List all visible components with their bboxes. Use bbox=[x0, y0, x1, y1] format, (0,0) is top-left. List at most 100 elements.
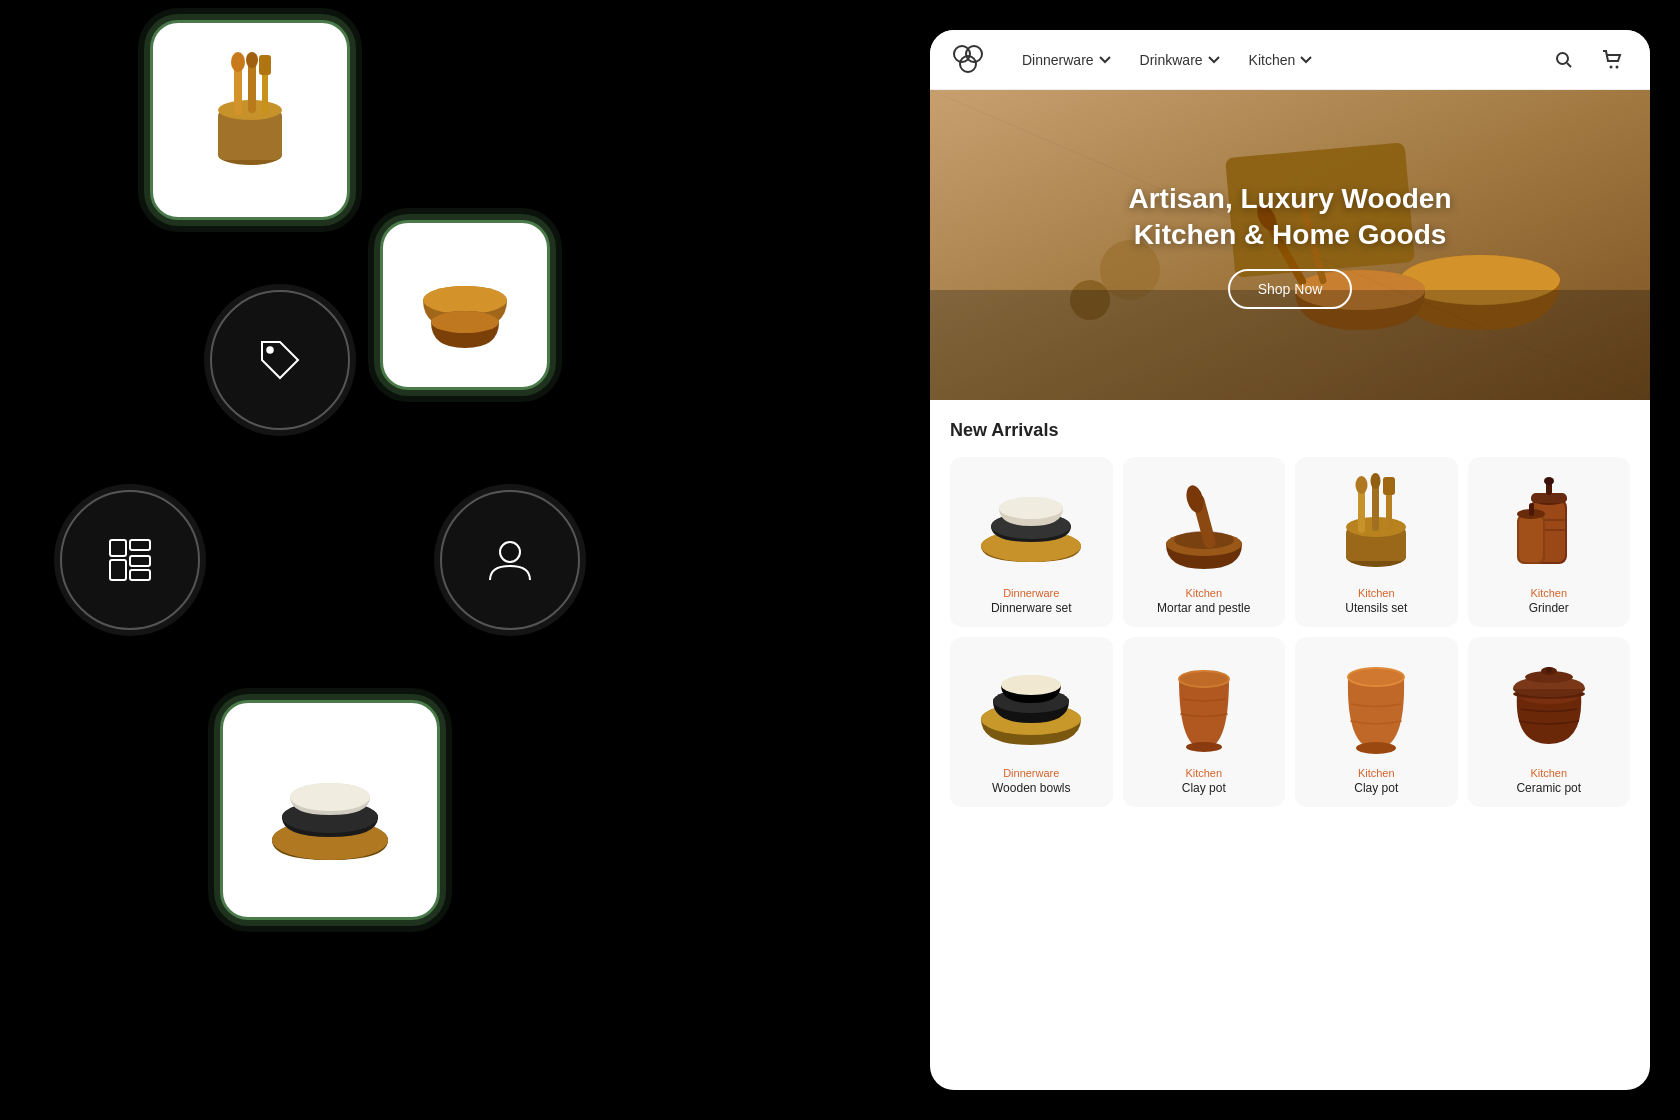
product-category-clay-pot-1: Kitchen bbox=[1185, 767, 1222, 779]
product-card-wooden-bowls[interactable]: Dinnerware Wooden bowls bbox=[950, 637, 1113, 807]
left-panel bbox=[0, 0, 570, 1120]
svg-point-31 bbox=[1616, 65, 1619, 68]
hero-banner: Artisan, Luxury Wooden Kitchen & Home Go… bbox=[930, 90, 1650, 400]
svg-point-25 bbox=[290, 783, 370, 811]
svg-rect-18 bbox=[130, 570, 150, 580]
product-category-grinder: Kitchen bbox=[1530, 587, 1567, 599]
svg-point-13 bbox=[267, 347, 273, 353]
product-card-mortar-pestle[interactable]: Kitchen Mortar and pestle bbox=[1123, 457, 1286, 627]
product-name-clay-pot-1: Clay pot bbox=[1182, 781, 1226, 795]
logo[interactable] bbox=[950, 42, 986, 78]
brand-logo-icon bbox=[950, 42, 986, 78]
dashboard-icon bbox=[100, 530, 160, 590]
svg-rect-74 bbox=[1519, 516, 1543, 562]
svg-point-70 bbox=[1544, 477, 1554, 485]
svg-point-12 bbox=[431, 311, 499, 333]
hero-content: Artisan, Luxury Wooden Kitchen & Home Go… bbox=[930, 90, 1650, 400]
dinnerware-set-svg bbox=[260, 745, 400, 875]
dinnerware-set-product-svg bbox=[971, 474, 1091, 574]
utensils-set-svg bbox=[1316, 469, 1436, 579]
price-tag-icon bbox=[250, 330, 310, 390]
product-card-clay-pot-1[interactable]: Kitchen Clay pot bbox=[1123, 637, 1286, 807]
svg-point-60 bbox=[1356, 476, 1368, 494]
product-name-clay-pot-2: Clay pot bbox=[1354, 781, 1398, 795]
product-image-ceramic-pot bbox=[1480, 649, 1619, 759]
product-name-grinder: Grinder bbox=[1529, 601, 1569, 615]
app-window: Dinnerware Drinkware Kitchen bbox=[930, 30, 1650, 1090]
svg-point-4 bbox=[231, 52, 245, 72]
nav-links: Dinnerware Drinkware Kitchen bbox=[1010, 46, 1522, 74]
svg-point-82 bbox=[1001, 675, 1061, 695]
svg-rect-76 bbox=[1529, 503, 1534, 516]
svg-point-62 bbox=[1371, 473, 1381, 489]
svg-point-87 bbox=[1356, 742, 1396, 754]
grinder-svg bbox=[1489, 469, 1609, 579]
product-name-ceramic-pot: Ceramic pot bbox=[1516, 781, 1581, 795]
user-icon-circle[interactable] bbox=[440, 490, 580, 630]
product-name-mortar-pestle: Mortar and pestle bbox=[1157, 601, 1250, 615]
product-category-dinnerware-set: Dinnerware bbox=[1003, 587, 1059, 599]
product-image-mortar-pestle bbox=[1135, 469, 1274, 579]
product-image-clay-pot-2 bbox=[1307, 649, 1446, 759]
price-tag-icon-circle[interactable] bbox=[210, 290, 350, 430]
product-card-utensils-set[interactable]: Kitchen Utensils set bbox=[1295, 457, 1458, 627]
product-card-dinnerware-set[interactable]: Dinnerware Dinnerware set bbox=[950, 457, 1113, 627]
clay-pot-2-svg bbox=[1316, 649, 1436, 759]
svg-point-84 bbox=[1186, 742, 1222, 752]
chevron-down-icon bbox=[1299, 53, 1313, 67]
search-button[interactable] bbox=[1546, 42, 1582, 78]
new-arrivals-section: New Arrivals D bbox=[930, 400, 1650, 827]
svg-point-30 bbox=[1610, 65, 1613, 68]
svg-point-19 bbox=[500, 542, 520, 562]
svg-point-29 bbox=[1557, 53, 1568, 64]
product-image-dinnerware-set bbox=[962, 469, 1101, 579]
products-grid: Dinnerware Dinnerware set bbox=[950, 457, 1630, 807]
product-category-wooden-bowls: Dinnerware bbox=[1003, 767, 1059, 779]
nav-dinnerware[interactable]: Dinnerware bbox=[1010, 46, 1124, 74]
svg-rect-16 bbox=[130, 540, 150, 550]
svg-rect-17 bbox=[130, 556, 150, 566]
svg-rect-64 bbox=[1383, 477, 1395, 495]
product-card-clay-pot-2[interactable]: Kitchen Clay pot bbox=[1295, 637, 1458, 807]
dinnerware-set-icon-box[interactable] bbox=[220, 700, 440, 920]
product-category-utensils-set: Kitchen bbox=[1358, 587, 1395, 599]
ceramic-pot-svg bbox=[1489, 649, 1609, 759]
product-name-dinnerware-set: Dinnerware set bbox=[991, 601, 1072, 615]
section-title: New Arrivals bbox=[950, 420, 1630, 441]
chevron-down-icon bbox=[1098, 53, 1112, 67]
nav-kitchen[interactable]: Kitchen bbox=[1237, 46, 1326, 74]
chevron-down-icon bbox=[1207, 53, 1221, 67]
svg-rect-14 bbox=[110, 540, 126, 556]
svg-point-10 bbox=[423, 286, 507, 314]
product-card-grinder[interactable]: Kitchen Grinder bbox=[1468, 457, 1631, 627]
utensils-holder-icon-box[interactable] bbox=[150, 20, 350, 220]
cart-button[interactable] bbox=[1594, 42, 1630, 78]
product-card-ceramic-pot[interactable]: Kitchen Ceramic pot bbox=[1468, 637, 1631, 807]
dashboard-icon-circle[interactable] bbox=[60, 490, 200, 630]
svg-point-6 bbox=[246, 52, 258, 68]
cart-icon bbox=[1602, 50, 1622, 70]
wooden-bowls-small-svg bbox=[410, 250, 520, 360]
wooden-bowls-svg bbox=[971, 649, 1091, 759]
shop-now-button[interactable]: Shop Now bbox=[1228, 269, 1353, 309]
svg-rect-15 bbox=[110, 560, 126, 580]
hero-title: Artisan, Luxury Wooden Kitchen & Home Go… bbox=[1090, 181, 1490, 254]
utensils-holder-svg bbox=[190, 50, 310, 190]
svg-point-50 bbox=[999, 497, 1063, 519]
nav-actions bbox=[1546, 42, 1630, 78]
product-category-mortar-pestle: Kitchen bbox=[1185, 587, 1222, 599]
search-icon bbox=[1554, 50, 1574, 70]
mortar-pestle-svg bbox=[1144, 474, 1264, 574]
clay-pot-1-svg bbox=[1144, 649, 1264, 759]
svg-rect-94 bbox=[1546, 667, 1552, 673]
nav-drinkware[interactable]: Drinkware bbox=[1128, 46, 1233, 74]
user-icon bbox=[480, 530, 540, 590]
navigation: Dinnerware Drinkware Kitchen bbox=[930, 30, 1650, 90]
product-category-ceramic-pot: Kitchen bbox=[1530, 767, 1567, 779]
svg-rect-8 bbox=[259, 55, 271, 75]
product-category-clay-pot-2: Kitchen bbox=[1358, 767, 1395, 779]
wooden-bowls-small-icon-box[interactable] bbox=[380, 220, 550, 390]
product-image-utensils-set bbox=[1307, 469, 1446, 579]
product-image-clay-pot-1 bbox=[1135, 649, 1274, 759]
product-name-wooden-bowls: Wooden bowls bbox=[992, 781, 1071, 795]
